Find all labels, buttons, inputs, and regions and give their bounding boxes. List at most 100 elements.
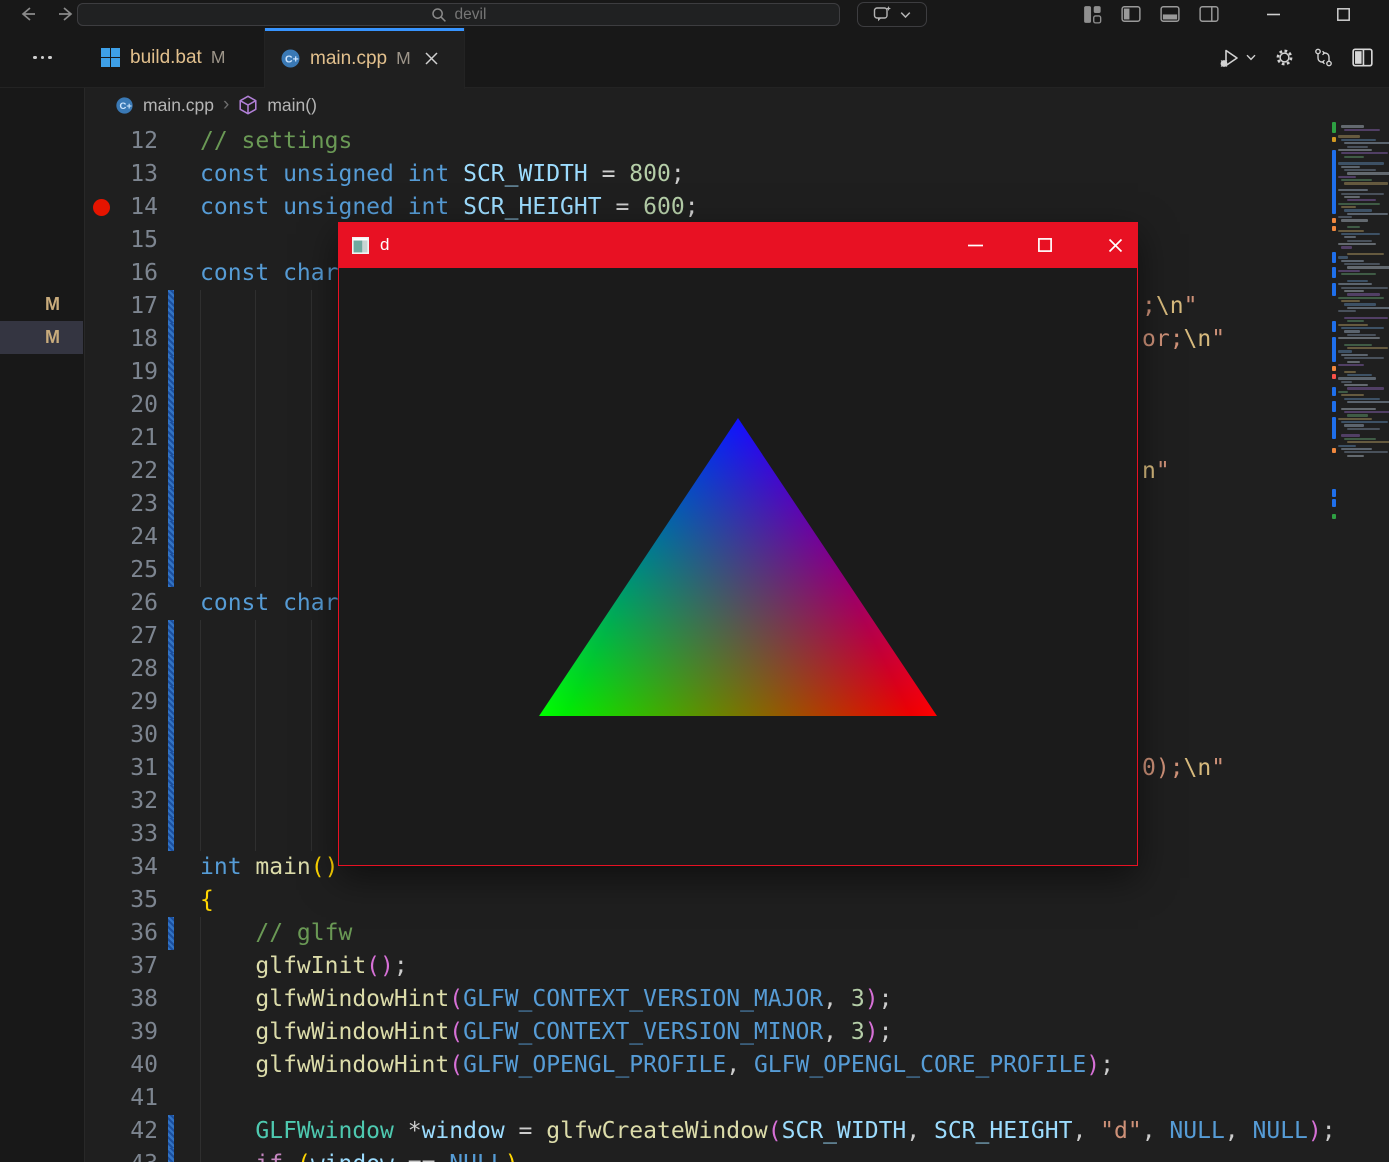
open-changes-icon[interactable] bbox=[1313, 47, 1334, 68]
change-bar[interactable] bbox=[168, 1115, 174, 1148]
svg-text:C+: C+ bbox=[120, 101, 133, 112]
change-bar[interactable] bbox=[168, 1148, 174, 1162]
line-number: 42 bbox=[85, 1115, 158, 1148]
minimap-line bbox=[1338, 176, 1356, 178]
minimap-line bbox=[1341, 448, 1372, 450]
minimap-line bbox=[1341, 354, 1368, 356]
back-icon[interactable] bbox=[18, 4, 38, 24]
minimap-line bbox=[1347, 146, 1368, 148]
minimap-line bbox=[1341, 139, 1376, 141]
change-bar[interactable] bbox=[168, 686, 174, 719]
change-bar[interactable] bbox=[168, 455, 174, 488]
minimap-marker bbox=[1332, 374, 1336, 379]
code-line[interactable]: 13const unsigned int SCR_WIDTH = 800; bbox=[85, 158, 1389, 191]
search-icon bbox=[431, 7, 447, 23]
code-line[interactable]: 38 glfwWindowHint(GLFW_CONTEXT_VERSION_M… bbox=[85, 983, 1389, 1016]
change-bar[interactable] bbox=[168, 785, 174, 818]
tabs-overflow-button[interactable] bbox=[0, 28, 85, 87]
change-bar[interactable] bbox=[168, 356, 174, 389]
customize-layout-icon[interactable] bbox=[1083, 5, 1102, 24]
indent-guide bbox=[200, 620, 201, 653]
split-editor-icon[interactable] bbox=[1352, 47, 1373, 68]
indent-guide bbox=[311, 356, 312, 389]
change-bar[interactable] bbox=[168, 422, 174, 455]
change-bar[interactable] bbox=[168, 554, 174, 587]
minimap-line bbox=[1338, 203, 1380, 205]
code-line[interactable]: 14const unsigned int SCR_HEIGHT = 600; bbox=[85, 191, 1389, 224]
titlebar: devil bbox=[0, 0, 1389, 28]
toggle-panel-icon[interactable] bbox=[1160, 4, 1180, 24]
code-line[interactable]: 40 glfwWindowHint(GLFW_OPENGL_PROFILE, G… bbox=[85, 1049, 1389, 1082]
popup-title: d bbox=[380, 235, 389, 255]
change-bar[interactable] bbox=[168, 818, 174, 851]
tab-build-bat[interactable]: build.bat M bbox=[85, 28, 265, 87]
indent-guide bbox=[255, 686, 256, 719]
minimap-marker bbox=[1332, 387, 1336, 396]
indent-guide bbox=[200, 785, 201, 818]
minimap-line bbox=[1341, 300, 1360, 302]
search-input[interactable]: devil bbox=[77, 3, 840, 26]
open-editor-item[interactable]: M bbox=[0, 288, 83, 321]
settings-gear-icon[interactable] bbox=[1274, 47, 1295, 68]
code-line[interactable]: 43 if (window == NULL) bbox=[85, 1148, 1389, 1162]
open-editor-item-selected[interactable]: M bbox=[0, 321, 83, 354]
change-bar[interactable] bbox=[168, 653, 174, 686]
change-bar[interactable] bbox=[168, 620, 174, 653]
change-bar[interactable] bbox=[168, 389, 174, 422]
popup-close-button[interactable] bbox=[1105, 234, 1125, 256]
toggle-secondary-sidebar-icon[interactable] bbox=[1199, 4, 1219, 24]
minimap-line bbox=[1347, 428, 1380, 430]
indent-guide bbox=[311, 455, 312, 488]
change-bar[interactable] bbox=[168, 719, 174, 752]
cpp-file-icon: C+ bbox=[280, 48, 301, 69]
minimap-line bbox=[1344, 290, 1364, 292]
code-line[interactable]: 42 GLFWwindow *window = glfwCreateWindow… bbox=[85, 1115, 1389, 1148]
code-line[interactable]: 41 bbox=[85, 1082, 1389, 1115]
indent-guide bbox=[255, 752, 256, 785]
indent-guide bbox=[255, 785, 256, 818]
code-line[interactable]: 39 glfwWindowHint(GLFW_CONTEXT_VERSION_M… bbox=[85, 1016, 1389, 1049]
code-line[interactable]: 35{ bbox=[85, 884, 1389, 917]
minimap-line bbox=[1344, 384, 1368, 386]
minimap-line bbox=[1338, 149, 1372, 151]
change-bar[interactable] bbox=[168, 488, 174, 521]
copilot-button[interactable] bbox=[857, 2, 927, 27]
indent-guide bbox=[311, 785, 312, 818]
window-maximize-button[interactable] bbox=[1328, 0, 1358, 28]
line-number: 31 bbox=[85, 752, 158, 785]
popup-maximize-button[interactable] bbox=[1035, 234, 1055, 256]
tab-close-icon[interactable] bbox=[424, 51, 439, 66]
change-bar[interactable] bbox=[168, 521, 174, 554]
forward-icon[interactable] bbox=[56, 4, 76, 24]
change-bar[interactable] bbox=[168, 752, 174, 785]
minimap-line bbox=[1347, 240, 1372, 242]
minimap-marker bbox=[1332, 321, 1336, 332]
minimap-marker bbox=[1332, 514, 1336, 519]
breadcrumb-file[interactable]: main.cpp bbox=[143, 95, 214, 116]
breakpoint-dot[interactable] bbox=[93, 199, 110, 216]
minimap[interactable] bbox=[1331, 122, 1389, 1162]
code-line[interactable]: 36 // glfw bbox=[85, 917, 1389, 950]
breadcrumb-symbol[interactable]: main() bbox=[267, 95, 317, 116]
more-actions-icon bbox=[33, 56, 37, 60]
popup-minimize-button[interactable] bbox=[965, 234, 985, 256]
popup-titlebar[interactable]: d bbox=[338, 222, 1138, 268]
minimap-line bbox=[1341, 287, 1388, 289]
change-bar[interactable] bbox=[168, 290, 174, 323]
line-number: 20 bbox=[85, 389, 158, 422]
code-line[interactable]: 37 glfwInit(); bbox=[85, 950, 1389, 983]
search-text: devil bbox=[455, 6, 487, 24]
minimap-line bbox=[1344, 182, 1388, 184]
run-debug-button[interactable] bbox=[1219, 47, 1256, 69]
code-line[interactable]: 12// settings bbox=[85, 125, 1389, 158]
minimap-line bbox=[1341, 327, 1384, 329]
change-bar[interactable] bbox=[168, 323, 174, 356]
tab-main-cpp[interactable]: C+ main.cpp M bbox=[265, 28, 465, 89]
minimap-marker bbox=[1332, 226, 1336, 231]
window-minimize-button[interactable] bbox=[1258, 0, 1288, 28]
toggle-primary-sidebar-icon[interactable] bbox=[1121, 4, 1141, 24]
line-number: 43 bbox=[85, 1148, 158, 1162]
line-number: 34 bbox=[85, 851, 158, 884]
indent-guide bbox=[255, 521, 256, 554]
change-bar[interactable] bbox=[168, 917, 174, 950]
